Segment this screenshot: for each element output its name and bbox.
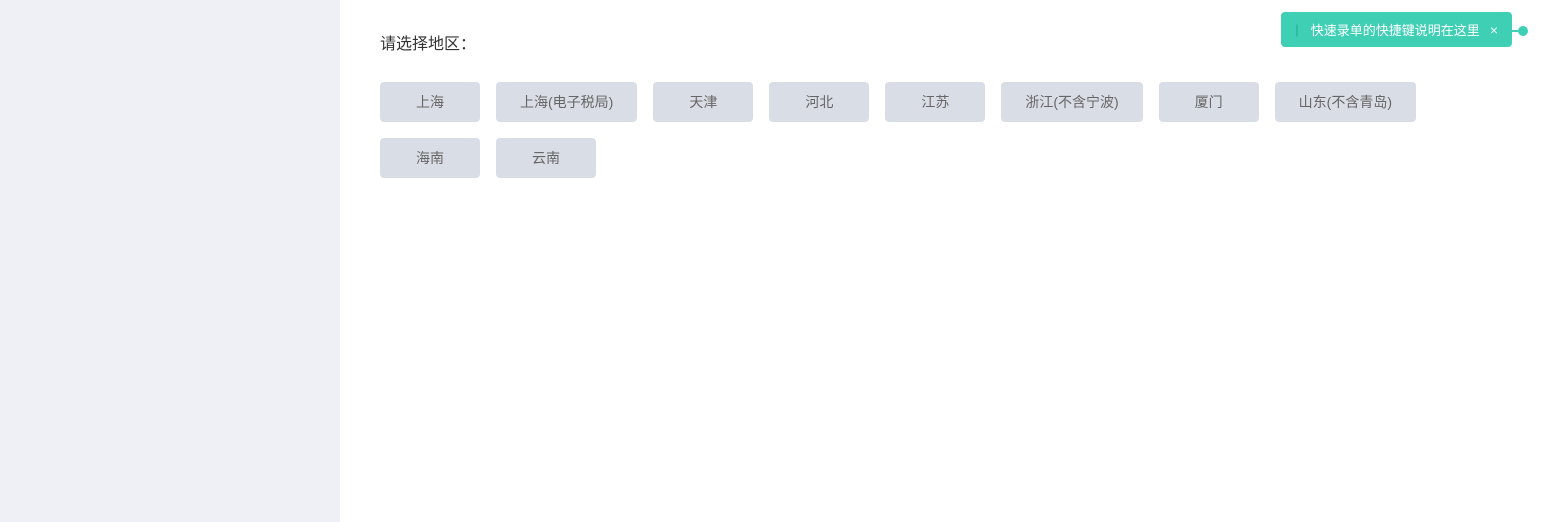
region-button[interactable]: 天津 [653,82,753,122]
region-button[interactable]: 海南 [380,138,480,178]
region-button[interactable]: 上海(电子税局) [496,82,637,122]
sidebar [0,0,340,522]
region-button[interactable]: 江苏 [885,82,985,122]
region-buttons: 上海上海(电子税局) 天津河北江苏浙江(不含宁波) 厦门山东(不含青岛) 海南云南 [380,82,1522,178]
tooltip-line [1498,30,1518,32]
main-content: 请选择地区： 上海上海(电子税局)天津河北江苏浙江(不含宁波)厦门山东(不含青岛… [340,0,1562,522]
tooltip-dot [1518,26,1528,36]
tooltip-bubble: 快速录单的快捷键说明在这里 × [1281,12,1512,47]
tooltip-text: 快速录单的快捷键说明在这里 [1311,20,1480,39]
tooltip-close-button[interactable]: × [1490,22,1498,38]
region-button[interactable]: 厦门 [1159,82,1259,122]
region-button[interactable]: 云南 [496,138,596,178]
region-button[interactable]: 山东(不含青岛) [1275,82,1416,122]
region-button[interactable]: 浙江(不含宁波) [1001,82,1142,122]
region-button[interactable]: 上海 [380,82,480,122]
region-button[interactable]: 河北 [769,82,869,122]
